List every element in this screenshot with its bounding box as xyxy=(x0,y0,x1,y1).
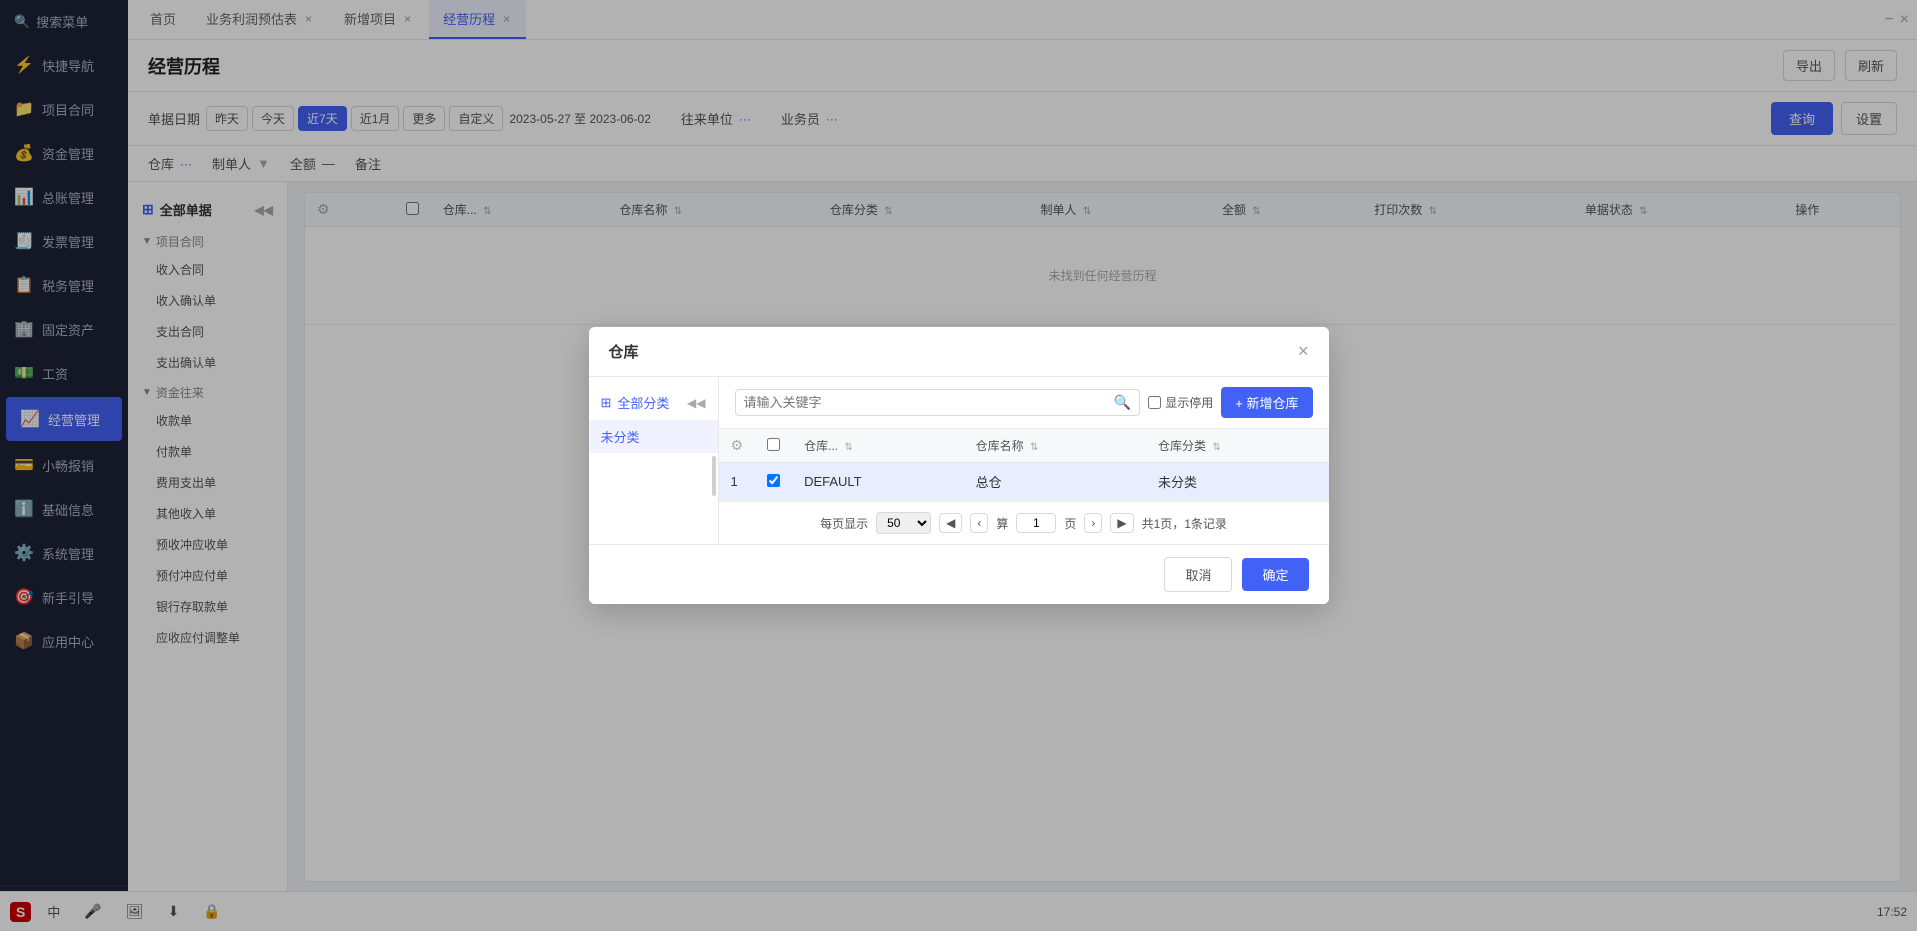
modal-left-scroll: 未分类 xyxy=(589,420,718,456)
modal-pagination: 每页显示 50 20 100 ◀ ‹ 算 页 › ▶ 共1页，1条记录 xyxy=(719,501,1329,544)
warehouse-modal: 仓库 × ⊞ 全部分类 ◀◀ 未分类 xyxy=(589,327,1329,604)
modal-row-checkbox[interactable] xyxy=(767,474,780,487)
warehouse-table: ⚙ 仓库... ⇅ 仓库名称 ⇅ 仓库分类 ⇅ 1 xyxy=(719,429,1329,501)
modal-left-panel: ⊞ 全部分类 ◀◀ 未分类 xyxy=(589,377,719,544)
modal-first-page-btn[interactable]: ◀ xyxy=(939,513,962,533)
collapse-panel-icon[interactable]: ◀◀ xyxy=(687,396,705,410)
th-modal-checkbox xyxy=(755,429,792,463)
modal-body: ⊞ 全部分类 ◀◀ 未分类 xyxy=(589,377,1329,544)
confirm-button[interactable]: 确定 xyxy=(1242,558,1308,591)
table-row[interactable]: 1 DEFAULT 总仓 未分类 xyxy=(719,463,1329,501)
grid2-icon: ⊞ xyxy=(601,395,612,411)
modal-next-page-btn[interactable]: › xyxy=(1084,513,1102,533)
modal-prev-page-btn[interactable]: ‹ xyxy=(970,513,988,533)
show-disabled-text: 显示停用 xyxy=(1165,394,1213,411)
modal-calc-label: 算 xyxy=(996,515,1008,532)
all-category-label: 全部分类 xyxy=(617,393,669,412)
modal-row-category: 未分类 xyxy=(1146,463,1328,501)
modal-row-num: 1 xyxy=(719,463,756,501)
modal-table: ⚙ 仓库... ⇅ 仓库名称 ⇅ 仓库分类 ⇅ 1 xyxy=(719,429,1329,501)
modal-row-checkbox-cell xyxy=(755,463,792,501)
modal-close-button[interactable]: × xyxy=(1298,341,1309,362)
modal-total-label: 共1页，1条记录 xyxy=(1142,515,1227,532)
th-modal-name: 仓库名称 ⇅ xyxy=(964,429,1146,463)
modal-row-name: 总仓 xyxy=(964,463,1146,501)
th-modal-category: 仓库分类 ⇅ xyxy=(1146,429,1328,463)
show-disabled-label[interactable]: 显示停用 xyxy=(1148,394,1213,411)
modal-header: 仓库 × xyxy=(589,327,1329,377)
modal-search-input[interactable] xyxy=(744,395,1108,410)
modal-row-code: DEFAULT xyxy=(792,463,964,501)
modal-page-label: 页 xyxy=(1064,515,1076,532)
modal-all-category[interactable]: ⊞ 全部分类 ◀◀ xyxy=(589,385,718,420)
modal-per-page-label: 每页显示 xyxy=(820,515,868,532)
add-warehouse-button[interactable]: + 新增仓库 xyxy=(1221,387,1312,418)
modal-left-scrollbar-area xyxy=(589,456,718,536)
modal-search-icon: 🔍 xyxy=(1114,394,1131,411)
modal-category-unclassified[interactable]: 未分类 xyxy=(589,420,718,453)
modal-page-size-select[interactable]: 50 20 100 xyxy=(876,512,931,534)
scroll-thumb xyxy=(712,456,716,496)
modal-page-input[interactable] xyxy=(1016,513,1056,533)
modal-overlay: 仓库 × ⊞ 全部分类 ◀◀ 未分类 xyxy=(0,0,1917,931)
modal-search-bar: 🔍 xyxy=(735,389,1141,416)
modal-last-page-btn[interactable]: ▶ xyxy=(1110,513,1133,533)
th-modal-code: 仓库... ⇅ xyxy=(792,429,964,463)
unclassified-label: 未分类 xyxy=(601,430,640,445)
modal-title: 仓库 xyxy=(609,341,639,362)
show-disabled-checkbox[interactable] xyxy=(1148,396,1161,409)
modal-right-panel: 🔍 显示停用 + 新增仓库 ⚙ xyxy=(719,377,1329,544)
modal-select-all[interactable] xyxy=(767,438,780,451)
cancel-button[interactable]: 取消 xyxy=(1164,557,1232,592)
th-modal-gear: ⚙ xyxy=(719,429,756,463)
modal-toolbar: 🔍 显示停用 + 新增仓库 xyxy=(719,377,1329,429)
modal-footer: 取消 确定 xyxy=(589,544,1329,604)
